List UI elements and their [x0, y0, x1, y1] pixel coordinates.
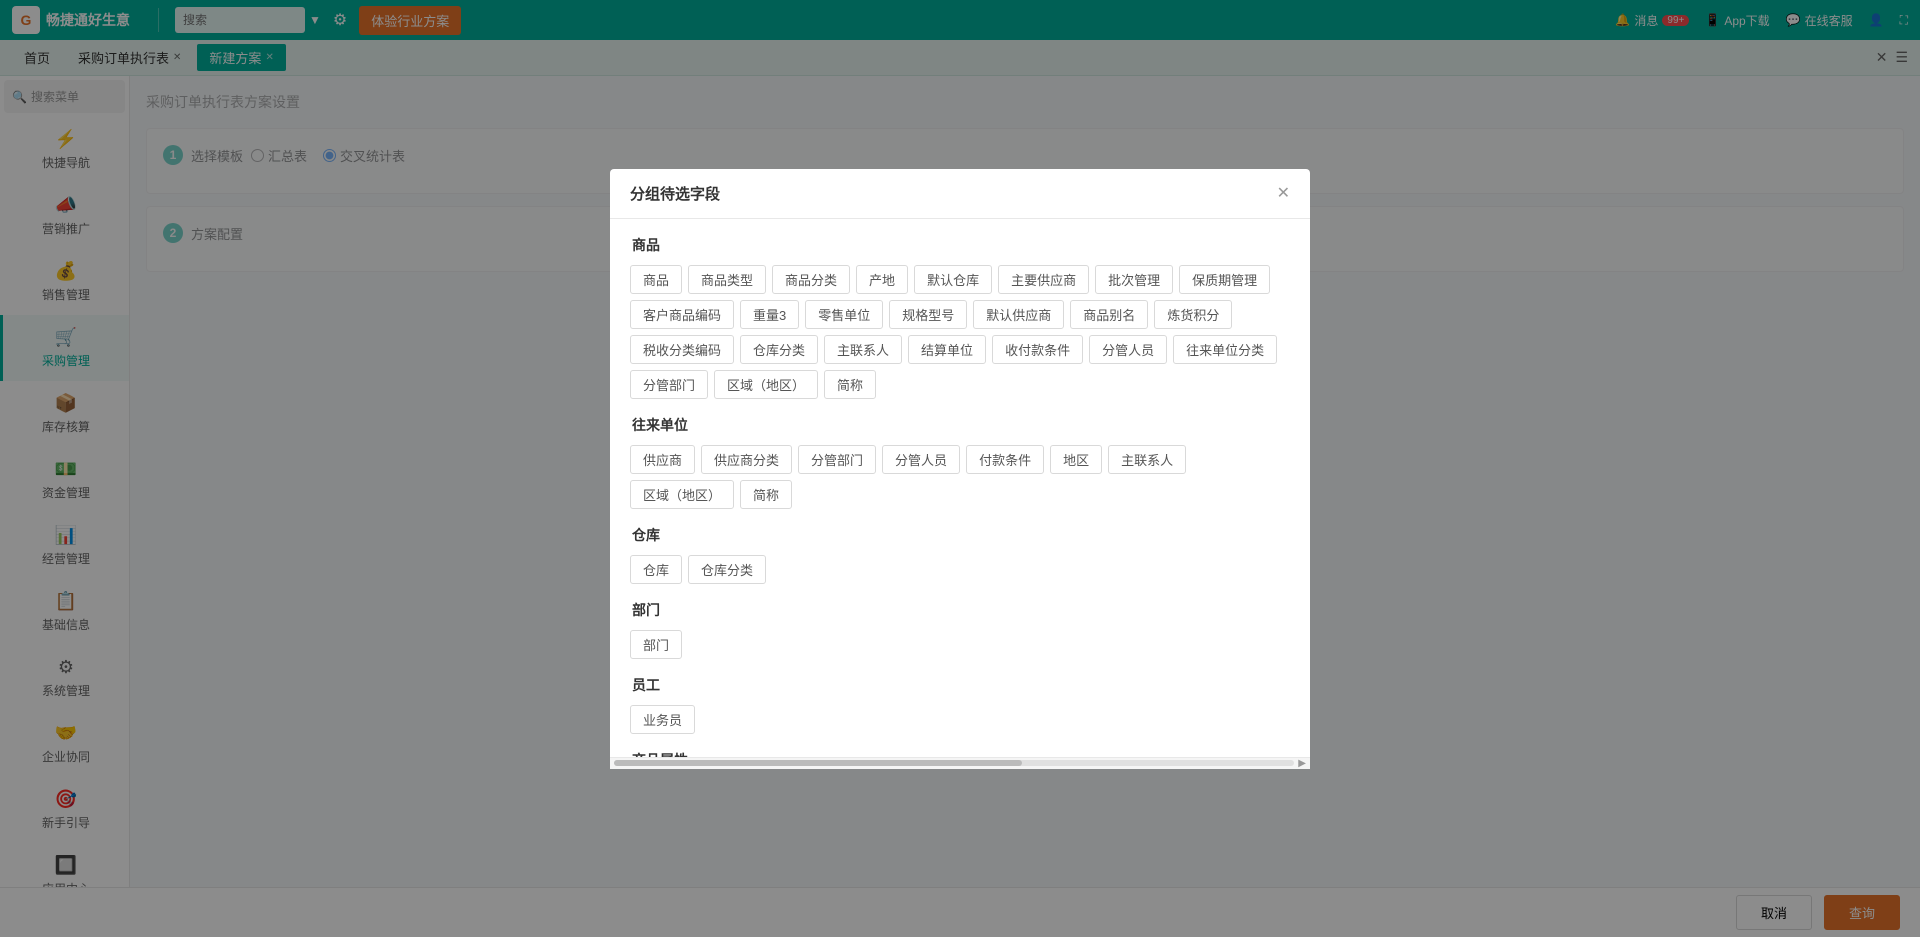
field-tag[interactable]: 主联系人 [1108, 445, 1186, 474]
modal-title: 分组待选字段 [630, 183, 720, 204]
field-tag[interactable]: 简称 [740, 480, 792, 509]
section-employee-fields: 业务员 [630, 705, 1290, 734]
field-tag[interactable]: 分管人员 [882, 445, 960, 474]
field-tag[interactable]: 规格型号 [889, 300, 967, 329]
scrollbar-thumb[interactable] [614, 760, 1022, 766]
field-tag[interactable]: 客户商品编码 [630, 300, 734, 329]
field-tag[interactable]: 分管部门 [798, 445, 876, 474]
main-content: 采购订单执行表方案设置 1 选择模板 汇总表 交叉统计表 [130, 76, 1920, 937]
section-warehouse-title: 仓库 [630, 525, 1290, 545]
section-partner-fields: 供应商 供应商分类 分管部门 分管人员 付款条件 地区 主联系人 区域（地区） … [630, 445, 1290, 509]
field-tag[interactable]: 分管人员 [1089, 335, 1167, 364]
section-department-fields: 部门 [630, 630, 1290, 659]
modal-body[interactable]: 商品 商品 商品类型 商品分类 产地 默认仓库 主要供应商 批次管理 保质期管理… [610, 219, 1310, 757]
field-tag[interactable]: 部门 [630, 630, 682, 659]
field-tag[interactable]: 保质期管理 [1179, 265, 1270, 294]
modal-scrollbar-h[interactable]: ▶ [610, 757, 1310, 769]
field-tag[interactable]: 默认供应商 [973, 300, 1064, 329]
field-tag[interactable]: 商品类型 [688, 265, 766, 294]
field-tag[interactable]: 往来单位分类 [1173, 335, 1277, 364]
field-tag[interactable]: 商品分类 [772, 265, 850, 294]
section-product: 商品 商品 商品类型 商品分类 产地 默认仓库 主要供应商 批次管理 保质期管理… [630, 235, 1290, 399]
field-tag[interactable]: 商品 [630, 265, 682, 294]
field-tag[interactable]: 重量3 [740, 300, 799, 329]
modal-close-button[interactable]: ✕ [1277, 183, 1290, 203]
section-warehouse: 仓库 仓库 仓库分类 [630, 525, 1290, 584]
section-department: 部门 部门 [630, 600, 1290, 659]
field-tag[interactable]: 批次管理 [1095, 265, 1173, 294]
field-tag[interactable]: 仓库 [630, 555, 682, 584]
field-tag[interactable]: 业务员 [630, 705, 695, 734]
field-tag[interactable]: 供应商 [630, 445, 695, 474]
field-tag[interactable]: 炼货积分 [1154, 300, 1232, 329]
section-partner-title: 往来单位 [630, 415, 1290, 435]
section-employee: 员工 业务员 [630, 675, 1290, 734]
section-warehouse-fields: 仓库 仓库分类 [630, 555, 1290, 584]
section-product-attr: 商品属性 属性 颜色 多规格 尺码 鞋码 1 [630, 750, 1290, 757]
field-tag[interactable]: 默认仓库 [914, 265, 992, 294]
field-tag[interactable]: 主要供应商 [998, 265, 1089, 294]
field-tag[interactable]: 税收分类编码 [630, 335, 734, 364]
field-tag[interactable]: 简称 [824, 370, 876, 399]
section-employee-title: 员工 [630, 675, 1290, 695]
field-tag[interactable]: 供应商分类 [701, 445, 792, 474]
field-tag[interactable]: 商品别名 [1070, 300, 1148, 329]
main-layout: 🔍 搜索菜单 ⚡ 快捷导航 📣 营销推广 💰 销售管理 🛒 采购管理 📦 库存核… [0, 76, 1920, 937]
field-select-modal: 分组待选字段 ✕ 商品 商品 商品类型 商品分类 产地 默认仓库 主要供应商 [610, 169, 1310, 769]
field-tag[interactable]: 分管部门 [630, 370, 708, 399]
field-tag[interactable]: 仓库分类 [740, 335, 818, 364]
field-tag[interactable]: 区域（地区） [630, 480, 734, 509]
field-tag[interactable]: 收付款条件 [992, 335, 1083, 364]
field-tag[interactable]: 仓库分类 [688, 555, 766, 584]
section-product-title: 商品 [630, 235, 1290, 255]
modal-header: 分组待选字段 ✕ [610, 169, 1310, 219]
field-tag[interactable]: 结算单位 [908, 335, 986, 364]
field-tag[interactable]: 付款条件 [966, 445, 1044, 474]
field-tag[interactable]: 产地 [856, 265, 908, 294]
section-partner: 往来单位 供应商 供应商分类 分管部门 分管人员 付款条件 地区 主联系人 区域… [630, 415, 1290, 509]
field-tag[interactable]: 主联系人 [824, 335, 902, 364]
section-product-fields: 商品 商品类型 商品分类 产地 默认仓库 主要供应商 批次管理 保质期管理 客户… [630, 265, 1290, 399]
field-tag[interactable]: 零售单位 [805, 300, 883, 329]
scroll-right-arrow[interactable]: ▶ [1298, 758, 1306, 769]
section-department-title: 部门 [630, 600, 1290, 620]
modal-overlay: 分组待选字段 ✕ 商品 商品 商品类型 商品分类 产地 默认仓库 主要供应商 [130, 76, 1920, 937]
field-tag[interactable]: 地区 [1050, 445, 1102, 474]
scrollbar-track [614, 760, 1294, 766]
field-tag[interactable]: 区域（地区） [714, 370, 818, 399]
section-product-attr-title: 商品属性 [630, 750, 1290, 757]
